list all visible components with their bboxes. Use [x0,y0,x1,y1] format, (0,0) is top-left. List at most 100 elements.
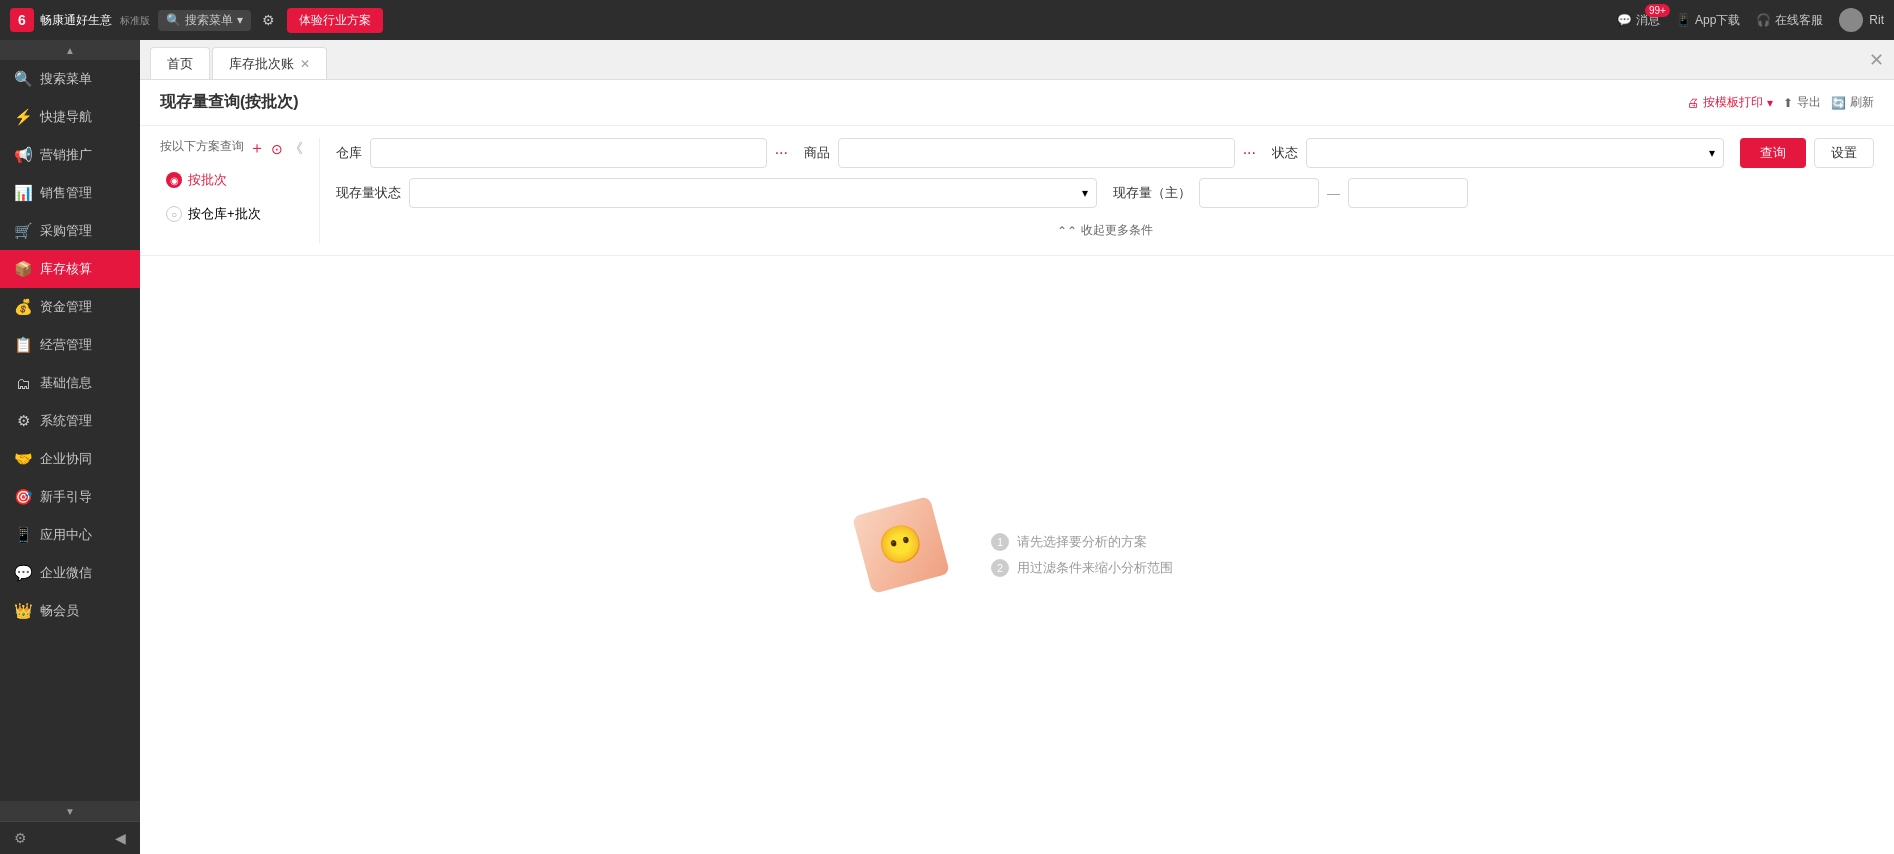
page-header: 现存量查询(按批次) 🖨 按模板打印 ▾ ⬆ 导出 🔄 刷新 [140,80,1894,126]
collapse-more-btn[interactable]: ⌃⌃ 收起更多条件 [336,218,1874,243]
inventory-icon: 📦 [14,260,32,278]
search-icon: 🔍 [14,70,32,88]
sidebar-label-inventory: 库存核算 [40,260,92,278]
sidebar-item-newbie[interactable]: 🎯 新手引导 [0,478,140,516]
stock-qty-label: 现存量（主） [1113,184,1191,202]
sidebar-label-sales: 销售管理 [40,184,92,202]
stock-status-select[interactable]: ▾ [409,178,1097,208]
product-label: 商品 [804,144,830,162]
company-name: 畅康通好生意 [40,13,112,27]
logo-icon: 6 [10,8,34,32]
settings-icon[interactable]: ⚙ [259,12,279,28]
template-print-btn[interactable]: 🖨 按模板打印 ▾ [1687,94,1773,111]
tab-home-label: 首页 [167,55,193,73]
sidebar-item-inventory[interactable]: 📦 库存核算 [0,250,140,288]
top-header: 6 畅康通好生意 标准版 🔍 搜索菜单 ▾ ⚙ 体验行业方案 💬 消息 99+ … [0,0,1894,40]
sidebar-label-member: 畅会员 [40,602,79,620]
warehouse-label: 仓库 [336,144,362,162]
dropdown-icon: ▾ [237,13,243,27]
query-btn[interactable]: 查询 [1740,138,1806,168]
filter-status-group: 状态 ▾ [1272,138,1724,168]
sidebar-item-basic[interactable]: 🗂 基础信息 [0,364,140,402]
tab-close-icon[interactable]: ✕ [300,57,310,71]
sidebar-label-search: 搜索菜单 [40,70,92,88]
page-header-actions: 🖨 按模板打印 ▾ ⬆ 导出 🔄 刷新 [1687,94,1874,111]
scheme-collapse-btn[interactable]: 《 [289,140,303,158]
sidebar-label-quick-nav: 快捷导航 [40,108,92,126]
warehouse-input[interactable] [370,138,767,168]
phone-icon: 📱 [1676,13,1691,27]
empty-icon: 😶 [861,505,961,605]
scheme-warehouse-batch-label: 按仓库+批次 [188,205,261,223]
footer-settings-icon[interactable]: ⚙ [14,830,27,846]
export-icon: ⬆ [1783,96,1793,110]
header-search-bar[interactable]: 🔍 搜索菜单 ▾ [158,10,251,31]
avatar [1839,8,1863,32]
sidebar-scroll-down[interactable]: ▼ [0,801,140,821]
warehouse-dots-btn[interactable]: ··· [775,144,788,162]
header-right: 💬 消息 99+ 📱 App下载 🎧 在线客服 Rit [1617,8,1884,32]
stock-status-label: 现存量状态 [336,184,401,202]
filter-scheme-panel: 按以下方案查询 ＋ ⊙ 《 ◉ 按批次 ○ 按仓库+批次 [160,138,320,243]
sidebar-item-finance[interactable]: 💰 资金管理 [0,288,140,326]
page-title: 现存量查询(按批次) [160,92,299,113]
settings-btn[interactable]: 设置 [1814,138,1874,168]
scheme-settings-btn[interactable]: ⊙ [271,141,283,157]
filter-scheme-header: 按以下方案查询 ＋ ⊙ 《 [160,138,303,159]
product-dots-btn[interactable]: ··· [1243,144,1256,162]
sidebar-item-marketing[interactable]: 📢 营销推广 [0,136,140,174]
member-icon: 👑 [14,602,32,620]
stock-status-chevron-icon: ▾ [1082,186,1088,200]
sales-icon: 📊 [14,184,32,202]
status-label: 状态 [1272,144,1298,162]
sidebar-item-apps[interactable]: 📱 应用中心 [0,516,140,554]
experience-btn[interactable]: 体验行业方案 [287,8,383,33]
footer-collapse-icon[interactable]: ◀ [115,830,126,846]
sidebar-item-quick-nav[interactable]: ⚡ 快捷导航 [0,98,140,136]
sidebar-items: 🔍 搜索菜单 ⚡ 快捷导航 📢 营销推广 📊 销售管理 🛒 采购管理 📦 [0,60,140,801]
operations-icon: 📋 [14,336,32,354]
sidebar-item-member[interactable]: 👑 畅会员 [0,592,140,630]
sidebar-item-wechat[interactable]: 💬 企业微信 [0,554,140,592]
online-service-area[interactable]: 🎧 在线客服 [1756,12,1823,29]
empty-tips: 1 请先选择要分析的方案 2 用过滤条件来缩小分析范围 [991,533,1173,577]
sidebar-item-system[interactable]: ⚙ 系统管理 [0,402,140,440]
online-service-label: 在线客服 [1775,12,1823,29]
filter-stock-qty-group: 现存量（主） — [1113,178,1874,208]
filter-panel: 按以下方案查询 ＋ ⊙ 《 ◉ 按批次 ○ 按仓库+批次 [140,126,1894,256]
sidebar-item-purchase[interactable]: 🛒 采购管理 [0,212,140,250]
finance-icon: 💰 [14,298,32,316]
sidebar-label-newbie: 新手引导 [40,488,92,506]
sidebar-label-basic: 基础信息 [40,374,92,392]
scheme-item-batch[interactable]: ◉ 按批次 [160,167,303,193]
empty-icon-box: 😶 [852,496,950,594]
sidebar-item-enterprise[interactable]: 🤝 企业协同 [0,440,140,478]
close-all-tabs-btn[interactable]: ✕ [1869,49,1884,71]
system-icon: ⚙ [14,412,32,430]
message-icon: 💬 [1617,13,1632,27]
export-btn[interactable]: ⬆ 导出 [1783,94,1821,111]
status-select[interactable]: ▾ [1306,138,1724,168]
scheme-batch-label: 按批次 [188,171,227,189]
app-download-area[interactable]: 📱 App下载 [1676,12,1740,29]
scheme-item-warehouse-batch[interactable]: ○ 按仓库+批次 [160,201,303,227]
sidebar-scroll-up[interactable]: ▲ [0,40,140,60]
message-area[interactable]: 💬 消息 99+ [1617,12,1660,29]
product-input[interactable] [838,138,1235,168]
filter-fields-panel: 仓库 ··· 商品 ··· 状态 [336,138,1874,243]
page-content: 现存量查询(按批次) 🖨 按模板打印 ▾ ⬆ 导出 🔄 刷新 [140,80,1894,854]
marketing-icon: 📢 [14,146,32,164]
sidebar-item-search[interactable]: 🔍 搜索菜单 [0,60,140,98]
stock-qty-from-input[interactable] [1199,178,1319,208]
refresh-btn[interactable]: 🔄 刷新 [1831,94,1874,111]
user-area[interactable]: Rit [1839,8,1884,32]
add-scheme-btn[interactable]: ＋ [249,138,265,159]
tab-home[interactable]: 首页 [150,47,210,79]
print-dropdown-icon[interactable]: ▾ [1767,96,1773,110]
sidebar-item-operations[interactable]: 📋 经营管理 [0,326,140,364]
tab-inventory-batch-label: 库存批次账 [229,55,294,73]
stock-qty-to-input[interactable] [1348,178,1468,208]
sidebar: ▲ 🔍 搜索菜单 ⚡ 快捷导航 📢 营销推广 📊 销售管理 🛒 采购管理 [0,40,140,854]
tab-inventory-batch[interactable]: 库存批次账 ✕ [212,47,327,79]
sidebar-item-sales[interactable]: 📊 销售管理 [0,174,140,212]
